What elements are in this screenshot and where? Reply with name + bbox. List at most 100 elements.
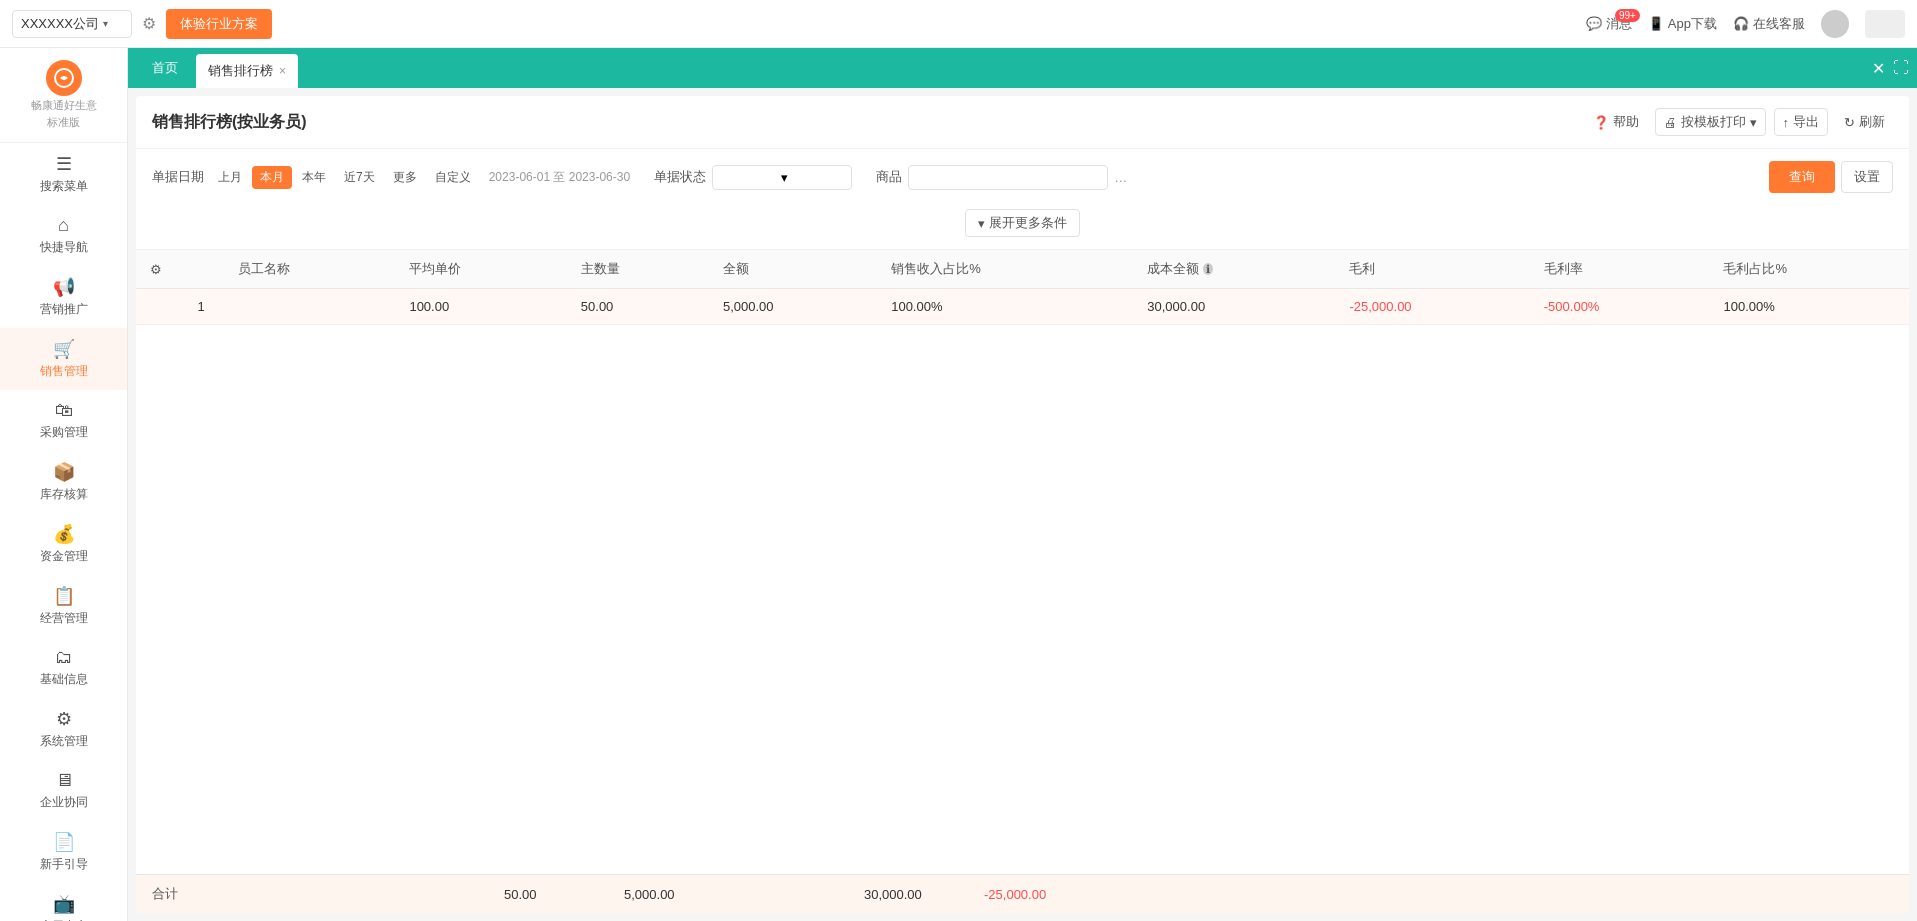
refresh-button[interactable]: ↻ 刷新 [1836,109,1893,135]
col-avg-price: 平均单价 [397,250,568,289]
more-tab[interactable]: 更多 [385,166,425,189]
cell-sales-pct: 100.00% [879,289,1135,325]
this-month-tab[interactable]: 本月 [252,166,292,189]
page-title: 销售排行榜(按业务员) [152,112,1585,133]
content-area: 首页 销售排行榜 × ✕ ⛶ 销售排行榜(按业务员) ❓ [128,48,1917,921]
sidebar-label-7: 经营管理 [40,610,88,627]
avatar[interactable] [1821,10,1849,38]
company-selector[interactable]: XXXXXX公司 ▾ [12,10,132,38]
tab-sales-rank-label: 销售排行榜 [208,62,273,80]
last-month-tab[interactable]: 上月 [210,166,250,189]
sidebar-item-7[interactable]: 📋 经营管理 [0,575,127,637]
print-button[interactable]: 🖨 按模板打印 ▾ [1655,108,1766,136]
sidebar-item-3[interactable]: 🛒 销售管理 [0,328,127,390]
sidebar-item-9[interactable]: ⚙ 系统管理 [0,698,127,760]
tab-bar: 首页 销售排行榜 × ✕ ⛶ [128,48,1917,88]
custom-tab[interactable]: 自定义 [427,166,479,189]
tab-close-button[interactable]: ✕ [1872,59,1885,78]
col-name: 员工名称 [226,250,397,289]
online-service-label: 在线客服 [1753,15,1805,33]
col-cost: 成本全额 ℹ [1135,250,1337,289]
trial-button[interactable]: 体验行业方案 [166,9,272,39]
app-version: 标准版 [47,115,80,130]
col-settings[interactable]: ⚙ [136,250,176,289]
footer-main-qty: 50.00 [492,887,612,902]
cell-gross-pct: 100.00% [1711,289,1909,325]
sidebar-icon-0: ☰ [56,153,72,175]
right-actions: 查询 设置 [1769,161,1893,193]
cell-amount: 5,000.00 [711,289,879,325]
app-download-button[interactable]: 📱 App下载 [1648,15,1717,33]
sidebar-item-11[interactable]: 📄 新手引导 [0,821,127,883]
tab-fullscreen-button[interactable]: ⛶ [1893,59,1909,77]
print-icon: 🖨 [1664,115,1677,130]
tab-home[interactable]: 首页 [136,48,194,88]
status-select[interactable]: ▾ [712,165,852,190]
cell-settings [136,289,176,325]
cell-avg-price: 100.00 [397,289,568,325]
help-button[interactable]: ❓ 帮助 [1585,109,1647,135]
sidebar-item-10[interactable]: 🖥 企业协同 [0,760,127,821]
sidebar-item-4[interactable]: 🛍 采购管理 [0,390,127,451]
table-body: 1 100.00 50.00 5,000.00 100.00% 30,000.0… [136,289,1909,325]
col-rank [176,250,226,289]
tab-close-icon[interactable]: × [279,64,286,78]
help-label: 帮助 [1613,113,1639,131]
sidebar-item-5[interactable]: 📦 库存核算 [0,451,127,513]
user-name[interactable] [1865,10,1905,38]
sidebar-item-2[interactable]: 📢 营销推广 [0,266,127,328]
col-main-qty: 主数量 [569,250,711,289]
filter-bar: 单据日期 上月 本月 本年 近7天 更多 自定义 2023-06-01 至 20… [136,149,1909,250]
export-label: 导出 [1793,113,1819,131]
message-button[interactable]: 💬 消息 99+ [1586,15,1632,33]
app-name: 畅康通好生意 [31,98,97,113]
this-year-tab[interactable]: 本年 [294,166,334,189]
sidebar-icon-5: 📦 [53,461,75,483]
sidebar-item-8[interactable]: 🗂 基础信息 [0,637,127,698]
sidebar-item-0[interactable]: ☰ 搜索菜单 [0,143,127,205]
table-row: 1 100.00 50.00 5,000.00 100.00% 30,000.0… [136,289,1909,325]
data-table: ⚙ 员工名称 平均单价 主数量 全额 销售收入占比% 成本全额 ℹ 毛利 毛利率 [136,250,1909,325]
status-filter: 单据状态 ▾ [654,165,852,190]
cell-rank: 1 [176,289,226,325]
sidebar-label-4: 采购管理 [40,424,88,441]
expand-button[interactable]: ▾ 展开更多条件 [965,209,1080,237]
col-gross-pct: 毛利占比% [1711,250,1909,289]
sidebar-label-1: 快捷导航 [40,239,88,256]
sidebar-icon-1: ⌂ [58,215,69,236]
company-name: XXXXXX公司 [21,15,99,33]
online-service-button[interactable]: 🎧 在线客服 [1733,15,1805,33]
table-container: ⚙ 员工名称 平均单价 主数量 全额 销售收入占比% 成本全额 ℹ 毛利 毛利率 [136,250,1909,874]
settings-icon[interactable]: ⚙ [142,14,156,33]
sidebar-label-2: 营销推广 [40,301,88,318]
date-tabs: 上月 本月 本年 近7天 更多 自定义 [210,166,479,189]
export-button[interactable]: ↑ 导出 [1774,108,1829,136]
top-right-actions: 💬 消息 99+ 📱 App下载 🎧 在线客服 [1586,10,1905,38]
goods-more-button[interactable]: … [1114,170,1127,185]
export-icon: ↑ [1783,115,1790,130]
sidebar-icon-9: ⚙ [56,708,72,730]
goods-input[interactable] [908,165,1108,190]
query-button[interactable]: 查询 [1769,161,1835,193]
sidebar-item-6[interactable]: 💰 资金管理 [0,513,127,575]
filter-settings-button[interactable]: 设置 [1841,161,1893,193]
expand-icon: ▾ [978,216,985,231]
sidebar-icon-12: 📺 [53,893,75,915]
last7-tab[interactable]: 近7天 [336,166,383,189]
cell-name [226,289,397,325]
status-caret-icon: ▾ [781,170,788,185]
sidebar-item-12[interactable]: 📺 应用中心 [0,883,127,921]
tab-sales-rank[interactable]: 销售排行榜 × [196,54,298,88]
sidebar-item-1[interactable]: ⌂ 快捷导航 [0,205,127,266]
sidebar-icon-10: 🖥 [55,770,73,791]
goods-filter-label: 商品 [876,168,902,186]
sidebar-label-6: 资金管理 [40,548,88,565]
cell-gross: -25,000.00 [1337,289,1531,325]
col-sales-pct: 销售收入占比% [879,250,1135,289]
sidebar: 畅康通好生意 标准版 ☰ 搜索菜单 ⌂ 快捷导航 📢 营销推广 🛒 销售管理 🛍… [0,48,128,921]
footer-empty2 [392,887,492,902]
app-download-label: App下载 [1668,15,1717,33]
cell-main-qty: 50.00 [569,289,711,325]
page-content: 销售排行榜(按业务员) ❓ 帮助 🖨 按模板打印 ▾ ↑ [136,96,1909,913]
expand-label: 展开更多条件 [989,214,1067,232]
